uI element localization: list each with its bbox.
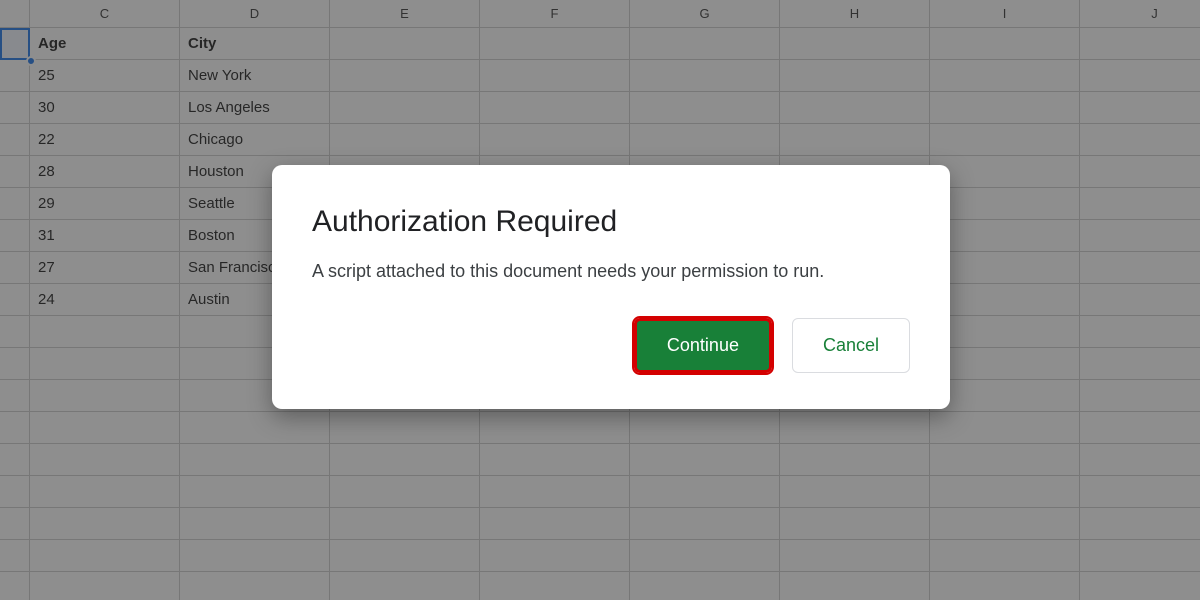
continue-button[interactable]: Continue [634, 318, 772, 373]
dialog-button-row: Continue Cancel [312, 318, 910, 373]
dialog-body: A script attached to this document needs… [312, 261, 910, 282]
dialog-title: Authorization Required [312, 205, 910, 239]
authorization-dialog: Authorization Required A script attached… [272, 165, 950, 409]
cancel-button[interactable]: Cancel [792, 318, 910, 373]
